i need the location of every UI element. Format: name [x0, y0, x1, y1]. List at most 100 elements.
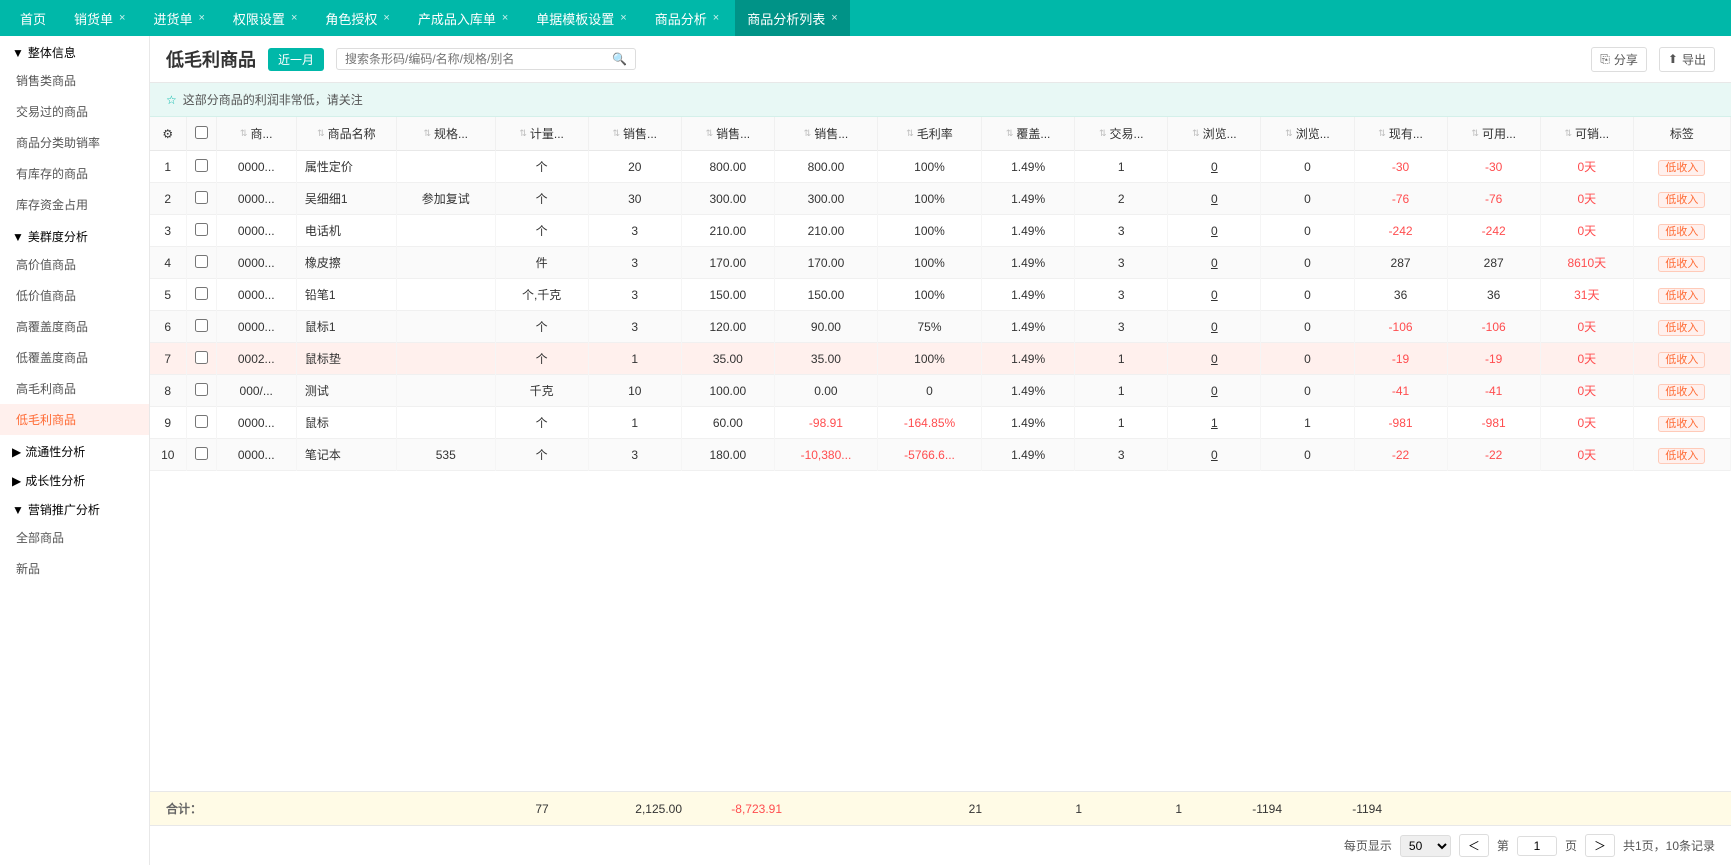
sidebar-item-high-margin[interactable]: 高毛利商品	[0, 373, 149, 404]
col-checkbox[interactable]	[186, 117, 216, 151]
col-saleable[interactable]: ⇅可销...	[1540, 117, 1633, 151]
close-goods-analysis-icon[interactable]: ×	[713, 12, 719, 24]
cell-view1[interactable]: 0	[1168, 375, 1261, 407]
table-row[interactable]: 5 0000... 铅笔1 个,千克 3 150.00 150.00 100% …	[150, 279, 1731, 311]
col-name[interactable]: ⇅商品名称	[296, 117, 396, 151]
collapse-growth-icon[interactable]: ▶	[12, 474, 21, 488]
col-settings[interactable]: ⚙	[150, 117, 186, 151]
sidebar-item-category-rate[interactable]: 商品分类助销率	[0, 127, 149, 158]
close-sales-icon[interactable]: ×	[119, 12, 125, 24]
col-sale-amount[interactable]: ⇅销售...	[774, 117, 877, 151]
nav-sales[interactable]: 销货单 ×	[62, 0, 137, 36]
col-gross-margin[interactable]: ⇅毛利率	[877, 117, 981, 151]
nav-template[interactable]: 单据模板设置 ×	[524, 0, 638, 36]
cell-view1[interactable]: 0	[1168, 279, 1261, 311]
row-checkbox[interactable]	[195, 287, 208, 300]
nav-goods-analysis[interactable]: 商品分析 ×	[643, 0, 731, 36]
cell-checkbox[interactable]	[186, 215, 216, 247]
col-tag[interactable]: 标签	[1633, 117, 1730, 151]
col-unit[interactable]: ⇅计量...	[495, 117, 588, 151]
nav-home[interactable]: 首页	[8, 0, 58, 36]
cell-view1[interactable]: 0	[1168, 247, 1261, 279]
nav-goods-analysis-list[interactable]: 商品分析列表 ×	[735, 0, 849, 36]
table-row[interactable]: 4 0000... 橡皮擦 件 3 170.00 170.00 100% 1.4…	[150, 247, 1731, 279]
col-code[interactable]: ⇅商...	[216, 117, 296, 151]
table-row[interactable]: 3 0000... 电话机 个 3 210.00 210.00 100% 1.4…	[150, 215, 1731, 247]
table-row[interactable]: 2 0000... 吴细细1 参加复试 个 30 300.00 300.00 1…	[150, 183, 1731, 215]
nav-purchase[interactable]: 进货单 ×	[141, 0, 216, 36]
close-permission-icon[interactable]: ×	[291, 12, 297, 24]
table-row[interactable]: 7 0002... 鼠标垫 个 1 35.00 35.00 100% 1.49%…	[150, 343, 1731, 375]
prev-page-button[interactable]: ＜	[1459, 834, 1489, 857]
row-checkbox[interactable]	[195, 383, 208, 396]
close-goods-list-icon[interactable]: ×	[831, 12, 837, 24]
collapse-overall-icon[interactable]: ▼	[12, 46, 24, 60]
cell-checkbox[interactable]	[186, 439, 216, 471]
cell-view1[interactable]: 0	[1168, 343, 1261, 375]
row-checkbox[interactable]	[195, 319, 208, 332]
close-template-icon[interactable]: ×	[620, 12, 626, 24]
share-button[interactable]: ⎘ 分享	[1591, 47, 1647, 72]
table-row[interactable]: 6 0000... 鼠标1 个 3 120.00 90.00 75% 1.49%…	[150, 311, 1731, 343]
row-checkbox[interactable]	[195, 415, 208, 428]
per-page-select[interactable]: 50 100 200	[1400, 835, 1451, 857]
table-row[interactable]: 9 0000... 鼠标 个 1 60.00 -98.91 -164.85% 1…	[150, 407, 1731, 439]
page-input[interactable]	[1517, 836, 1557, 856]
col-spec[interactable]: ⇅规格...	[396, 117, 495, 151]
sidebar-item-high-coverage[interactable]: 高覆盖度商品	[0, 311, 149, 342]
col-available[interactable]: ⇅可用...	[1447, 117, 1540, 151]
table-row[interactable]: 10 0000... 笔记本 535 个 3 180.00 -10,380...…	[150, 439, 1731, 471]
close-product-icon[interactable]: ×	[502, 12, 508, 24]
row-checkbox[interactable]	[195, 447, 208, 460]
cell-view1[interactable]: 0	[1168, 439, 1261, 471]
settings-icon[interactable]: ⚙	[162, 127, 173, 141]
sidebar-item-sales-goods[interactable]: 销售类商品	[0, 65, 149, 96]
sidebar-item-traded-goods[interactable]: 交易过的商品	[0, 96, 149, 127]
table-container[interactable]: ⚙ ⇅商... ⇅商品名称 ⇅规格...	[150, 117, 1731, 791]
cell-checkbox[interactable]	[186, 151, 216, 183]
col-current-stock[interactable]: ⇅现有...	[1354, 117, 1447, 151]
close-purchase-icon[interactable]: ×	[198, 12, 204, 24]
sidebar-item-low-value[interactable]: 低价值商品	[0, 280, 149, 311]
cell-checkbox[interactable]	[186, 343, 216, 375]
cell-view1[interactable]: 0	[1168, 151, 1261, 183]
nav-role[interactable]: 角色授权 ×	[313, 0, 401, 36]
row-checkbox[interactable]	[195, 351, 208, 364]
cell-view1[interactable]: 0	[1168, 215, 1261, 247]
row-checkbox[interactable]	[195, 223, 208, 236]
sidebar-item-all-goods[interactable]: 全部商品	[0, 522, 149, 553]
nav-permission[interactable]: 权限设置 ×	[221, 0, 309, 36]
cell-view1[interactable]: 0	[1168, 311, 1261, 343]
col-sale-price[interactable]: ⇅销售...	[681, 117, 774, 151]
col-coverage[interactable]: ⇅覆盖...	[982, 117, 1075, 151]
sidebar-item-capital[interactable]: 库存资金占用	[0, 189, 149, 220]
row-checkbox[interactable]	[195, 159, 208, 172]
sidebar-item-high-value[interactable]: 高价值商品	[0, 249, 149, 280]
col-view2[interactable]: ⇅浏览...	[1261, 117, 1354, 151]
row-checkbox[interactable]	[195, 255, 208, 268]
collapse-marketing-icon[interactable]: ▼	[12, 503, 24, 517]
col-trade[interactable]: ⇅交易...	[1075, 117, 1168, 151]
col-view1[interactable]: ⇅浏览...	[1168, 117, 1261, 151]
cell-checkbox[interactable]	[186, 247, 216, 279]
cell-checkbox[interactable]	[186, 311, 216, 343]
table-row[interactable]: 1 0000... 属性定价 个 20 800.00 800.00 100% 1…	[150, 151, 1731, 183]
collapse-circulation-icon[interactable]: ▶	[12, 445, 21, 459]
nav-product-entry[interactable]: 产成品入库单 ×	[406, 0, 520, 36]
search-box[interactable]: 🔍	[336, 48, 636, 70]
next-page-button[interactable]: ＞	[1585, 834, 1615, 857]
cell-checkbox[interactable]	[186, 279, 216, 311]
cell-checkbox[interactable]	[186, 375, 216, 407]
cell-view1[interactable]: 1	[1168, 407, 1261, 439]
collapse-cluster-icon[interactable]: ▼	[12, 230, 24, 244]
sidebar-item-low-margin[interactable]: 低毛利商品	[0, 404, 149, 435]
col-sale-qty[interactable]: ⇅销售...	[588, 117, 681, 151]
table-row[interactable]: 8 000/... 测试 千克 10 100.00 0.00 0 1.49% 1…	[150, 375, 1731, 407]
sidebar-item-new-goods[interactable]: 新品	[0, 553, 149, 584]
select-all-checkbox[interactable]	[195, 126, 208, 139]
cell-checkbox[interactable]	[186, 183, 216, 215]
search-input[interactable]	[345, 52, 612, 66]
cell-checkbox[interactable]	[186, 407, 216, 439]
search-icon[interactable]: 🔍	[612, 52, 627, 66]
sidebar-item-low-coverage[interactable]: 低覆盖度商品	[0, 342, 149, 373]
